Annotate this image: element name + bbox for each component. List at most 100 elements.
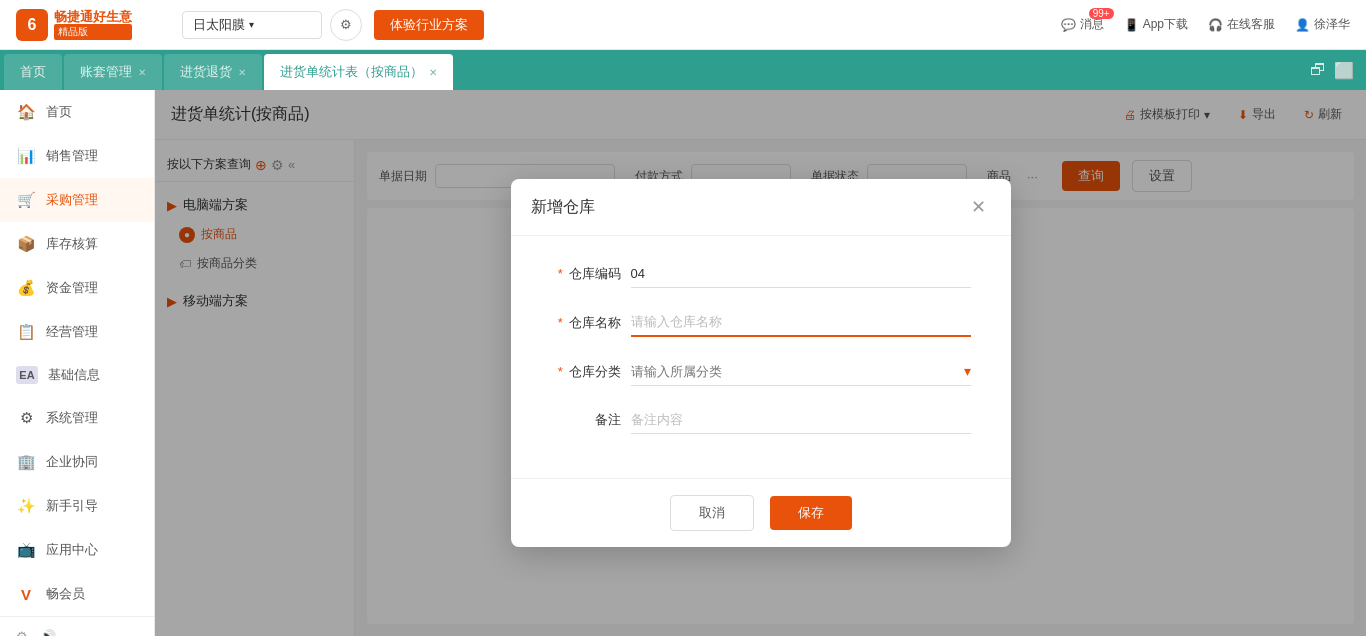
sidebar-guide-label: 新手引导 <box>46 497 98 515</box>
message-icon: 💬 <box>1061 18 1076 32</box>
tab-purchase-stats-close-icon[interactable]: ✕ <box>429 67 437 78</box>
warehouse-note-row: 备注 <box>551 406 971 434</box>
online-service-label: 在线客服 <box>1227 16 1275 33</box>
sidebar-sound-icon[interactable]: 🔊 <box>40 629 56 636</box>
operations-icon: 📋 <box>16 322 36 342</box>
home-icon: 🏠 <box>16 102 36 122</box>
warehouse-category-label: * 仓库分类 <box>551 363 631 381</box>
sidebar-item-operations[interactable]: 📋 经营管理 <box>0 310 154 354</box>
content-area: 进货单统计(按商品) 🖨 按模板打印 ▾ ⬇ 导出 ↻ 刷新 <box>155 90 1366 636</box>
basic-info-icon: EA <box>16 366 38 384</box>
store-selector[interactable]: 日太阳膜 ▾ <box>182 11 322 39</box>
user-avatar[interactable]: 👤 徐泽华 <box>1295 16 1350 33</box>
modal-overlay: 新增仓库 ✕ * 仓库编码 * <box>155 90 1366 636</box>
sidebar: 🏠 首页 📊 销售管理 🛒 采购管理 📦 库存核算 💰 资金管理 📋 经营管理 … <box>0 90 155 636</box>
modal-close-button[interactable]: ✕ <box>967 195 991 219</box>
warehouse-category-select[interactable]: ▾ <box>631 357 971 386</box>
logo-badge: 精品版 <box>54 24 132 40</box>
message-badge: 99+ <box>1089 8 1114 19</box>
warehouse-code-label: * 仓库编码 <box>551 265 631 283</box>
experience-button[interactable]: 体验行业方案 <box>374 10 484 40</box>
sidebar-item-guide[interactable]: ✨ 新手引导 <box>0 484 154 528</box>
warehouse-note-label: 备注 <box>551 411 631 429</box>
online-service-button[interactable]: 🎧 在线客服 <box>1208 16 1275 33</box>
finance-icon: 💰 <box>16 278 36 298</box>
guide-icon: ✨ <box>16 496 36 516</box>
warehouse-code-row: * 仓库编码 <box>551 260 971 288</box>
tab-bar: 首页 账套管理 ✕ 进货退货 ✕ 进货单统计表（按商品） ✕ 🗗 ⬜ <box>0 50 1366 90</box>
sidebar-item-enterprise[interactable]: 🏢 企业协同 <box>0 440 154 484</box>
sidebar-apps-label: 应用中心 <box>46 541 98 559</box>
warehouse-category-input[interactable] <box>631 364 964 379</box>
tab-purchase-return-close-icon[interactable]: ✕ <box>238 67 246 78</box>
tab-home[interactable]: 首页 <box>4 54 62 90</box>
sidebar-sales-label: 销售管理 <box>46 147 98 165</box>
app-download-label: App下载 <box>1143 16 1188 33</box>
sales-icon: 📊 <box>16 146 36 166</box>
warehouse-note-input[interactable] <box>631 406 971 434</box>
member-icon: V <box>16 584 36 604</box>
warehouse-code-input[interactable] <box>631 260 971 288</box>
mobile-icon: 📱 <box>1124 18 1139 32</box>
sidebar-settings-icon[interactable]: ⚙ <box>16 629 28 636</box>
main-layout: 🏠 首页 📊 销售管理 🛒 采购管理 📦 库存核算 💰 资金管理 📋 经营管理 … <box>0 90 1366 636</box>
tab-account[interactable]: 账套管理 ✕ <box>64 54 162 90</box>
tab-purchase-stats-label: 进货单统计表（按商品） <box>280 63 423 81</box>
sidebar-item-inventory[interactable]: 📦 库存核算 <box>0 222 154 266</box>
tab-account-close-icon[interactable]: ✕ <box>138 67 146 78</box>
modal-header: 新增仓库 ✕ <box>511 179 1011 236</box>
save-button[interactable]: 保存 <box>770 496 852 530</box>
warehouse-category-row: * 仓库分类 ▾ <box>551 357 971 386</box>
category-dropdown-icon: ▾ <box>964 363 971 379</box>
user-name: 徐泽华 <box>1314 16 1350 33</box>
logo-area: 6 畅捷通好生意 精品版 <box>16 9 166 41</box>
sidebar-item-apps[interactable]: 📺 应用中心 <box>0 528 154 572</box>
cancel-button[interactable]: 取消 <box>670 495 754 531</box>
sidebar-home-label: 首页 <box>46 103 72 121</box>
enterprise-icon: 🏢 <box>16 452 36 472</box>
sidebar-item-home[interactable]: 🏠 首页 <box>0 90 154 134</box>
tab-window-actions: 🗗 ⬜ <box>1310 50 1362 90</box>
tab-purchase-return[interactable]: 进货退货 ✕ <box>164 54 262 90</box>
sidebar-item-sales[interactable]: 📊 销售管理 <box>0 134 154 178</box>
headset-icon: 🎧 <box>1208 18 1223 32</box>
sidebar-member-label: 畅会员 <box>46 585 85 603</box>
sidebar-item-system[interactable]: ⚙ 系统管理 <box>0 396 154 440</box>
tab-home-label: 首页 <box>20 63 46 81</box>
logo-name: 畅捷通好生意 <box>54 9 132 25</box>
sidebar-finance-label: 资金管理 <box>46 279 98 297</box>
system-icon: ⚙ <box>16 408 36 428</box>
sidebar-system-label: 系统管理 <box>46 409 98 427</box>
sidebar-inventory-label: 库存核算 <box>46 235 98 253</box>
warehouse-name-label: * 仓库名称 <box>551 314 631 332</box>
apps-icon: 📺 <box>16 540 36 560</box>
sidebar-item-basic-info[interactable]: EA 基础信息 <box>0 354 154 396</box>
warehouse-name-row: * 仓库名称 <box>551 308 971 337</box>
top-header: 6 畅捷通好生意 精品版 日太阳膜 ▾ ⚙ 体验行业方案 💬 消息 99+ 📱 … <box>0 0 1366 50</box>
store-name: 日太阳膜 <box>193 16 245 34</box>
messages-button[interactable]: 💬 消息 99+ <box>1061 16 1104 33</box>
header-right: 💬 消息 99+ 📱 App下载 🎧 在线客服 👤 徐泽华 <box>1061 16 1350 33</box>
modal-title: 新增仓库 <box>531 197 595 218</box>
maximize-window-button[interactable]: ⬜ <box>1334 61 1354 80</box>
warehouse-name-input[interactable] <box>631 308 971 337</box>
sidebar-item-member[interactable]: V 畅会员 <box>0 572 154 616</box>
sidebar-item-finance[interactable]: 💰 资金管理 <box>0 266 154 310</box>
sidebar-operations-label: 经营管理 <box>46 323 98 341</box>
gear-icon: ⚙ <box>340 17 352 32</box>
logo-icon: 6 <box>16 9 48 41</box>
app-download-button[interactable]: 📱 App下载 <box>1124 16 1188 33</box>
tab-purchase-stats[interactable]: 进货单统计表（按商品） ✕ <box>264 54 453 90</box>
inventory-icon: 📦 <box>16 234 36 254</box>
store-chevron-icon: ▾ <box>249 19 254 30</box>
sidebar-purchase-label: 采购管理 <box>46 191 98 209</box>
sidebar-item-purchase[interactable]: 🛒 采购管理 <box>0 178 154 222</box>
tab-account-label: 账套管理 <box>80 63 132 81</box>
sidebar-basic-info-label: 基础信息 <box>48 366 100 384</box>
sidebar-bottom: ⚙ 🔊 <box>0 616 154 636</box>
settings-gear-button[interactable]: ⚙ <box>330 9 362 41</box>
modal-body: * 仓库编码 * 仓库名称 <box>511 236 1011 478</box>
sidebar-enterprise-label: 企业协同 <box>46 453 98 471</box>
modal-footer: 取消 保存 <box>511 478 1011 547</box>
restore-window-button[interactable]: 🗗 <box>1310 61 1326 79</box>
